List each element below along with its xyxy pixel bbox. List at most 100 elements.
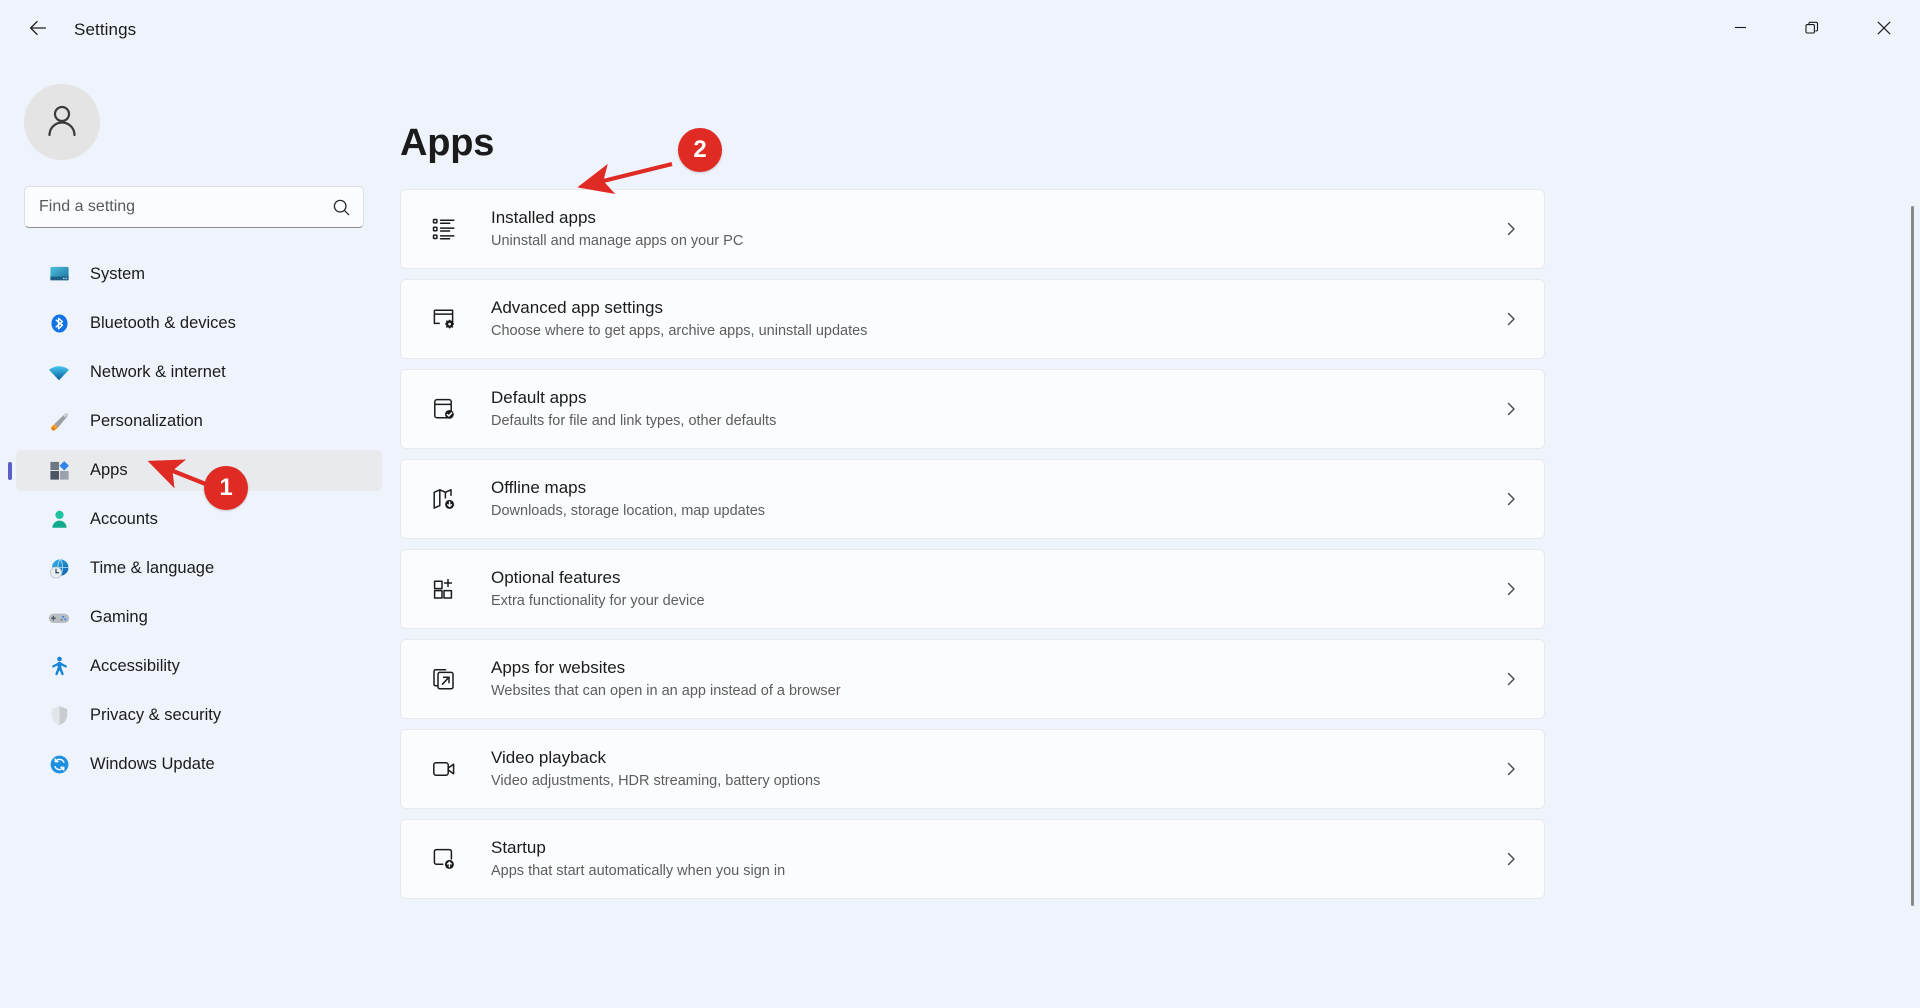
close-button[interactable]: [1848, 0, 1920, 60]
accounts-person-icon: [46, 507, 72, 533]
card-subtitle: Uninstall and manage apps on your PC: [491, 232, 1500, 252]
card-subtitle: Defaults for file and link types, other …: [491, 412, 1500, 432]
card-optional-features[interactable]: Optional features Extra functionality fo…: [400, 549, 1545, 629]
card-subtitle: Websites that can open in an app instead…: [491, 682, 1500, 702]
vertical-scrollbar[interactable]: [1911, 206, 1914, 906]
sidebar-item-label: Network & internet: [90, 363, 226, 382]
sidebar-item-bluetooth-devices[interactable]: Bluetooth & devices: [16, 303, 382, 344]
page-title: Apps: [400, 122, 1545, 165]
card-text: Default apps Defaults for file and link …: [491, 387, 1500, 432]
sidebar-item-time-language[interactable]: Time & language: [16, 548, 382, 589]
chevron-right-icon: [1500, 398, 1522, 420]
card-offline-maps[interactable]: Offline maps Downloads, storage location…: [400, 459, 1545, 539]
settings-window: Settings: [0, 0, 1920, 1008]
card-title: Startup: [491, 837, 1500, 860]
title-bar: Settings: [0, 0, 1920, 60]
startup-icon: [427, 842, 461, 876]
user-avatar-icon: [41, 99, 83, 146]
chevron-right-icon: [1500, 308, 1522, 330]
chevron-right-icon: [1500, 758, 1522, 780]
card-text: Optional features Extra functionality fo…: [491, 567, 1500, 612]
minimize-icon: [1734, 21, 1747, 39]
sidebar-item-label: Windows Update: [90, 755, 215, 774]
restore-button[interactable]: [1776, 0, 1848, 60]
sidebar-item-network-internet[interactable]: Network & internet: [16, 352, 382, 393]
sidebar: System Bluetooth & devices: [0, 60, 400, 1008]
offline-maps-icon: [427, 482, 461, 516]
optional-features-plus-icon: [427, 572, 461, 606]
window-title: Settings: [74, 20, 136, 40]
card-subtitle: Choose where to get apps, archive apps, …: [491, 322, 1500, 342]
sidebar-item-personalization[interactable]: Personalization: [16, 401, 382, 442]
card-text: Apps for websites Websites that can open…: [491, 657, 1500, 702]
avatar-section: [24, 84, 382, 160]
accessibility-icon: [46, 654, 72, 680]
sidebar-item-label: Bluetooth & devices: [90, 314, 236, 333]
card-default-apps[interactable]: Default apps Defaults for file and link …: [400, 369, 1545, 449]
back-arrow-icon: [27, 17, 49, 44]
card-text: Video playback Video adjustments, HDR st…: [491, 747, 1500, 792]
apps-icon: [46, 458, 72, 484]
card-title: Advanced app settings: [491, 297, 1500, 320]
sidebar-item-label: Personalization: [90, 412, 203, 431]
card-text: Advanced app settings Choose where to ge…: [491, 297, 1500, 342]
main-content: Apps: [400, 60, 1920, 1008]
annotation-badge-number: 1: [219, 474, 232, 502]
time-language-icon: [46, 556, 72, 582]
sidebar-item-accounts[interactable]: Accounts: [16, 499, 382, 540]
card-text: Installed apps Uninstall and manage apps…: [491, 207, 1500, 252]
sidebar-nav: System Bluetooth & devices: [0, 254, 382, 785]
installed-apps-list-icon: [427, 212, 461, 246]
shield-icon: [46, 703, 72, 729]
sidebar-item-gaming[interactable]: Gaming: [16, 597, 382, 638]
sidebar-item-apps[interactable]: Apps: [16, 450, 382, 491]
window-controls: [1704, 0, 1920, 60]
default-apps-check-icon: [427, 392, 461, 426]
card-startup[interactable]: Startup Apps that start automatically wh…: [400, 819, 1545, 899]
avatar[interactable]: [24, 84, 100, 160]
annotation-badge-2: 2: [678, 128, 722, 172]
annotation-badge-number: 2: [693, 136, 706, 164]
apps-for-websites-icon: [427, 662, 461, 696]
card-subtitle: Apps that start automatically when you s…: [491, 862, 1500, 882]
card-installed-apps[interactable]: Installed apps Uninstall and manage apps…: [400, 189, 1545, 269]
search-input[interactable]: [39, 198, 332, 216]
chevron-right-icon: [1500, 668, 1522, 690]
annotation-badge-1: 1: [204, 466, 248, 510]
settings-card-list: Installed apps Uninstall and manage apps…: [400, 189, 1545, 899]
card-advanced-app-settings[interactable]: Advanced app settings Choose where to ge…: [400, 279, 1545, 359]
minimize-button[interactable]: [1704, 0, 1776, 60]
card-title: Default apps: [491, 387, 1500, 410]
card-apps-for-websites[interactable]: Apps for websites Websites that can open…: [400, 639, 1545, 719]
sidebar-item-windows-update[interactable]: Windows Update: [16, 744, 382, 785]
advanced-app-settings-icon: [427, 302, 461, 336]
sidebar-item-label: System: [90, 265, 145, 284]
video-playback-camera-icon: [427, 752, 461, 786]
search-icon[interactable]: [332, 198, 351, 217]
sidebar-item-system[interactable]: System: [16, 254, 382, 295]
sidebar-item-label: Time & language: [90, 559, 214, 578]
chevron-right-icon: [1500, 218, 1522, 240]
sidebar-item-privacy-security[interactable]: Privacy & security: [16, 695, 382, 736]
chevron-right-icon: [1500, 488, 1522, 510]
card-subtitle: Video adjustments, HDR streaming, batter…: [491, 772, 1500, 792]
sidebar-item-label: Apps: [90, 461, 128, 480]
card-title: Apps for websites: [491, 657, 1500, 680]
chevron-right-icon: [1500, 848, 1522, 870]
windows-update-icon: [46, 752, 72, 778]
personalization-brush-icon: [46, 409, 72, 435]
card-title: Video playback: [491, 747, 1500, 770]
search-box[interactable]: [24, 186, 364, 228]
close-icon: [1877, 21, 1891, 40]
restore-icon: [1805, 21, 1819, 40]
system-icon: [46, 262, 72, 288]
bluetooth-icon: [46, 311, 72, 337]
card-text: Offline maps Downloads, storage location…: [491, 477, 1500, 522]
sidebar-item-label: Accounts: [90, 510, 158, 529]
card-text: Startup Apps that start automatically wh…: [491, 837, 1500, 882]
sidebar-item-accessibility[interactable]: Accessibility: [16, 646, 382, 687]
back-button[interactable]: [16, 10, 60, 50]
card-title: Optional features: [491, 567, 1500, 590]
gaming-controller-icon: [46, 605, 72, 631]
card-video-playback[interactable]: Video playback Video adjustments, HDR st…: [400, 729, 1545, 809]
